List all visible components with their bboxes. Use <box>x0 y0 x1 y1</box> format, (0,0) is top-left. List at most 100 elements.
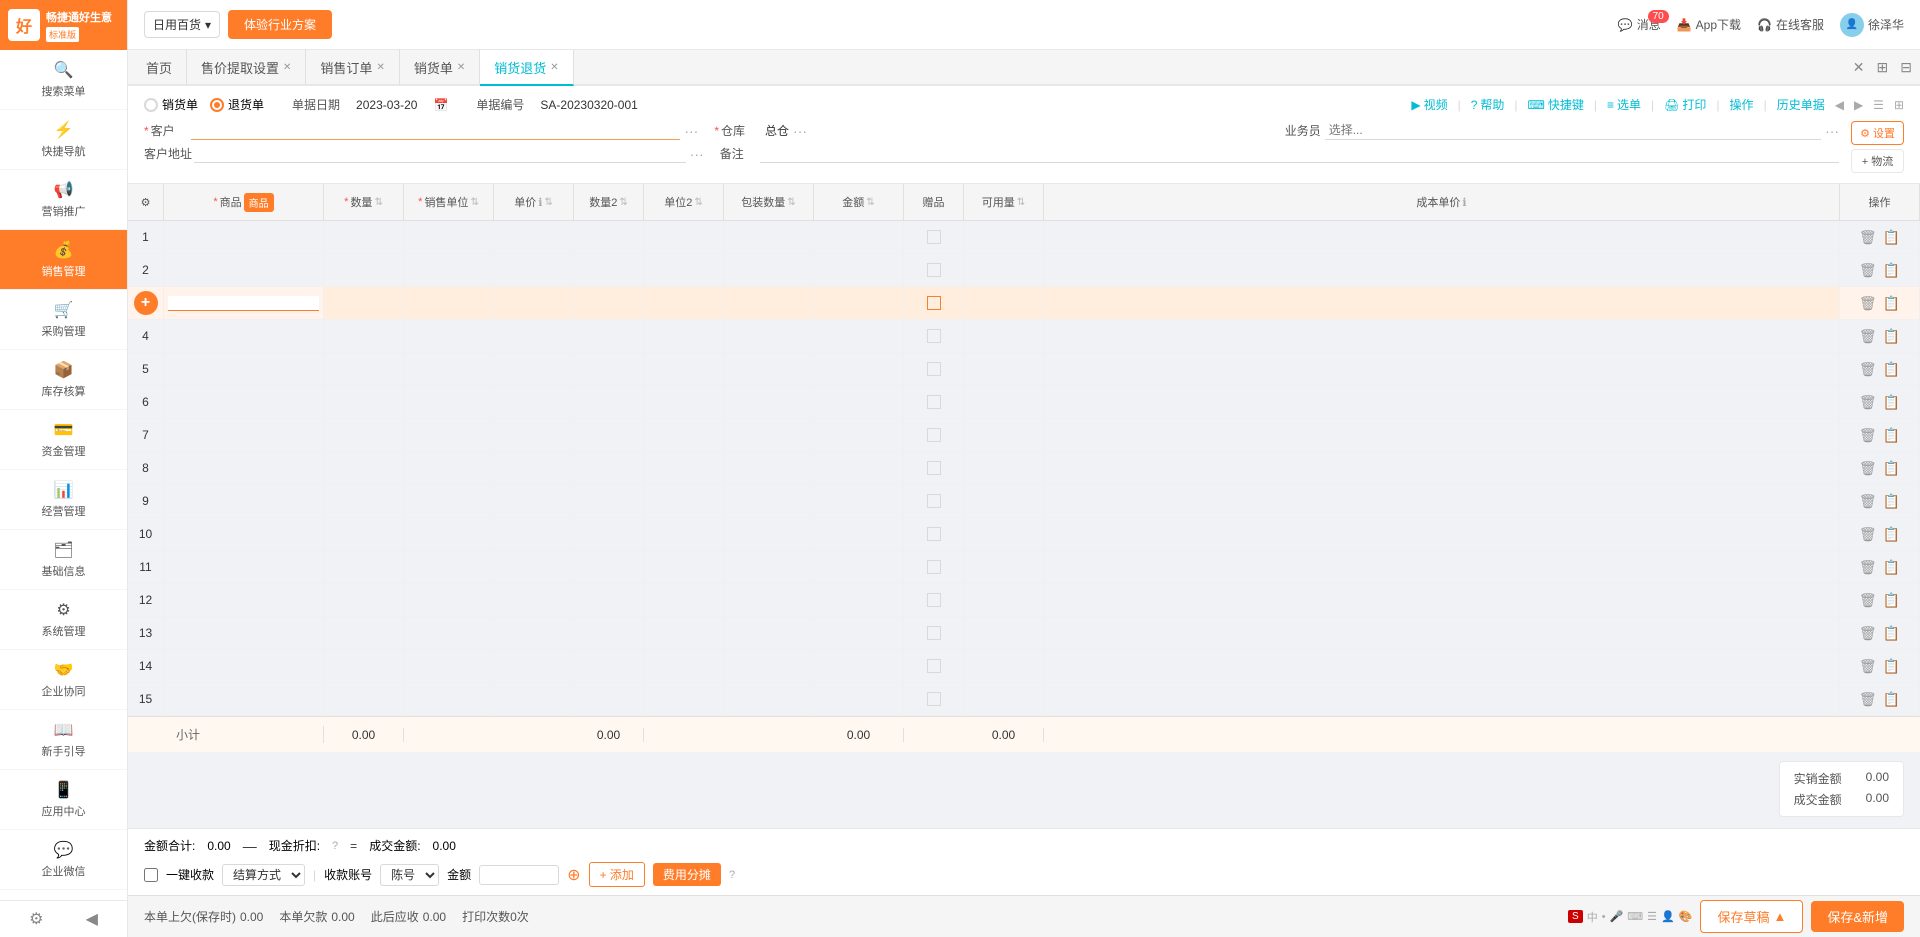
copy-icon-6[interactable]: 📋 <box>1883 394 1900 411</box>
row-cost-5[interactable] <box>1044 353 1840 385</box>
gift-checkbox-11[interactable] <box>927 560 941 574</box>
row-unit-15[interactable] <box>404 683 494 715</box>
th-settings[interactable]: ⚙ <box>128 184 164 220</box>
row-cost-14[interactable] <box>1044 650 1840 682</box>
scan-button[interactable]: 商品 <box>244 193 274 212</box>
gift-checkbox-10[interactable] <box>927 527 941 541</box>
close-tab-button[interactable]: ✕ <box>1849 57 1869 78</box>
row-price-10[interactable] <box>494 518 574 550</box>
row-unit2-8[interactable] <box>644 452 724 484</box>
row-amount-1[interactable] <box>814 221 904 253</box>
unit-sort-icon[interactable]: ⇅ <box>470 197 478 208</box>
row-price-14[interactable] <box>494 650 574 682</box>
row-unit2-10[interactable] <box>644 518 724 550</box>
row-pack-4[interactable] <box>724 320 814 352</box>
tool-operation[interactable]: 操作 <box>1730 96 1754 113</box>
row-price-4[interactable] <box>494 320 574 352</box>
qty2-sort-icon[interactable]: ⇅ <box>619 197 627 208</box>
row-gift-4[interactable] <box>904 320 964 352</box>
tab-close-sales-order[interactable]: ✕ <box>376 62 384 73</box>
row-cost-15[interactable] <box>1044 683 1840 715</box>
qty-sort-icon[interactable]: ⇅ <box>374 197 382 208</box>
mic-icon[interactable]: 🎤 <box>1610 910 1624 923</box>
copy-icon-11[interactable]: 📋 <box>1883 559 1900 576</box>
row-price-13[interactable] <box>494 617 574 649</box>
row-pack-14[interactable] <box>724 650 814 682</box>
row-qty-11[interactable] <box>324 551 404 583</box>
bank-account-select[interactable]: 陈号 <box>380 864 439 886</box>
row-qty2-1[interactable] <box>574 221 644 253</box>
next-history-icon[interactable]: ▶ <box>1854 98 1863 112</box>
sidebar-item-apps[interactable]: 📱 应用中心 <box>0 770 127 830</box>
row-gift-1[interactable] <box>904 221 964 253</box>
row-qty2-8[interactable] <box>574 452 644 484</box>
delete-icon-13[interactable]: 🗑 <box>1859 625 1877 642</box>
row-price-3[interactable] <box>494 287 574 319</box>
sidebar-item-marketing[interactable]: 📢 营销推广 <box>0 170 127 230</box>
row-gift-8[interactable] <box>904 452 964 484</box>
discount-info-icon[interactable]: ? <box>332 840 338 852</box>
sidebar-item-guide[interactable]: 📖 新手引导 <box>0 710 127 770</box>
row-goods-15[interactable] <box>164 683 324 715</box>
tab-close-sales-return[interactable]: ✕ <box>550 62 558 73</box>
row-avail-9[interactable] <box>964 485 1044 517</box>
row-cost-10[interactable] <box>1044 518 1840 550</box>
save-draft-button[interactable]: 保存草稿 ▲ <box>1700 900 1803 933</box>
user-item[interactable]: 👤 徐泽华 <box>1840 13 1904 37</box>
row-amount-14[interactable] <box>814 650 904 682</box>
row-avail-13[interactable] <box>964 617 1044 649</box>
person-icon[interactable]: 👤 <box>1661 910 1675 923</box>
row-gift-14[interactable] <box>904 650 964 682</box>
row-goods-11[interactable] <box>164 551 324 583</box>
goods-input-3[interactable] <box>168 296 319 311</box>
row-unit-6[interactable] <box>404 386 494 418</box>
row-avail-6[interactable] <box>964 386 1044 418</box>
add-row-button[interactable]: + <box>134 291 158 315</box>
row-gift-7[interactable] <box>904 419 964 451</box>
payment-method-select[interactable]: 结算方式 <box>222 864 305 886</box>
row-qty-2[interactable] <box>324 254 404 286</box>
gift-checkbox-12[interactable] <box>927 593 941 607</box>
row-pack-13[interactable] <box>724 617 814 649</box>
avail-sort-icon[interactable]: ⇅ <box>1017 197 1025 208</box>
gift-checkbox-13[interactable] <box>927 626 941 640</box>
gift-checkbox-6[interactable] <box>927 395 941 409</box>
row-cost-7[interactable] <box>1044 419 1840 451</box>
tool-history[interactable]: 历史单据 <box>1777 96 1825 113</box>
settings-bottom-icon[interactable]: ⚙ <box>29 909 43 929</box>
row-unit2-1[interactable] <box>644 221 724 253</box>
price-info-icon[interactable]: ℹ <box>538 196 542 209</box>
row-qty2-6[interactable] <box>574 386 644 418</box>
row-pack-8[interactable] <box>724 452 814 484</box>
fee-split-button[interactable]: 费用分摊 <box>653 863 721 886</box>
row-gift-10[interactable] <box>904 518 964 550</box>
row-pack-5[interactable] <box>724 353 814 385</box>
row-qty-12[interactable] <box>324 584 404 616</box>
row-gift-11[interactable] <box>904 551 964 583</box>
skin-icon[interactable]: 🎨 <box>1679 910 1693 923</box>
staff-dots[interactable]: ··· <box>1825 123 1839 139</box>
copy-row-icon-3[interactable]: 📋 <box>1883 295 1900 312</box>
row-amount-2[interactable] <box>814 254 904 286</box>
tab-sales-return[interactable]: 销货退货 ✕ <box>480 50 573 86</box>
row-unit-4[interactable] <box>404 320 494 352</box>
row-cost-2[interactable] <box>1044 254 1840 286</box>
tab-home[interactable]: 首页 <box>132 49 187 85</box>
row-pack-12[interactable] <box>724 584 814 616</box>
gift-checkbox-1[interactable] <box>927 230 941 244</box>
row-gift-15[interactable] <box>904 683 964 715</box>
row-unit2-2[interactable] <box>644 254 724 286</box>
payment-amount-input[interactable] <box>479 865 559 885</box>
row-amount-4[interactable] <box>814 320 904 352</box>
row-unit2-4[interactable] <box>644 320 724 352</box>
row-unit2-11[interactable] <box>644 551 724 583</box>
tab-sales[interactable]: 销货单 ✕ <box>400 49 480 85</box>
row-price-12[interactable] <box>494 584 574 616</box>
row-amount-12[interactable] <box>814 584 904 616</box>
tool-video[interactable]: ▶ 视频 <box>1411 96 1447 113</box>
row-unit-1[interactable] <box>404 221 494 253</box>
copy-icon-8[interactable]: 📋 <box>1883 460 1900 477</box>
experience-button[interactable]: 体验行业方案 <box>228 10 332 39</box>
row-amount-6[interactable] <box>814 386 904 418</box>
gift-checkbox-9[interactable] <box>927 494 941 508</box>
